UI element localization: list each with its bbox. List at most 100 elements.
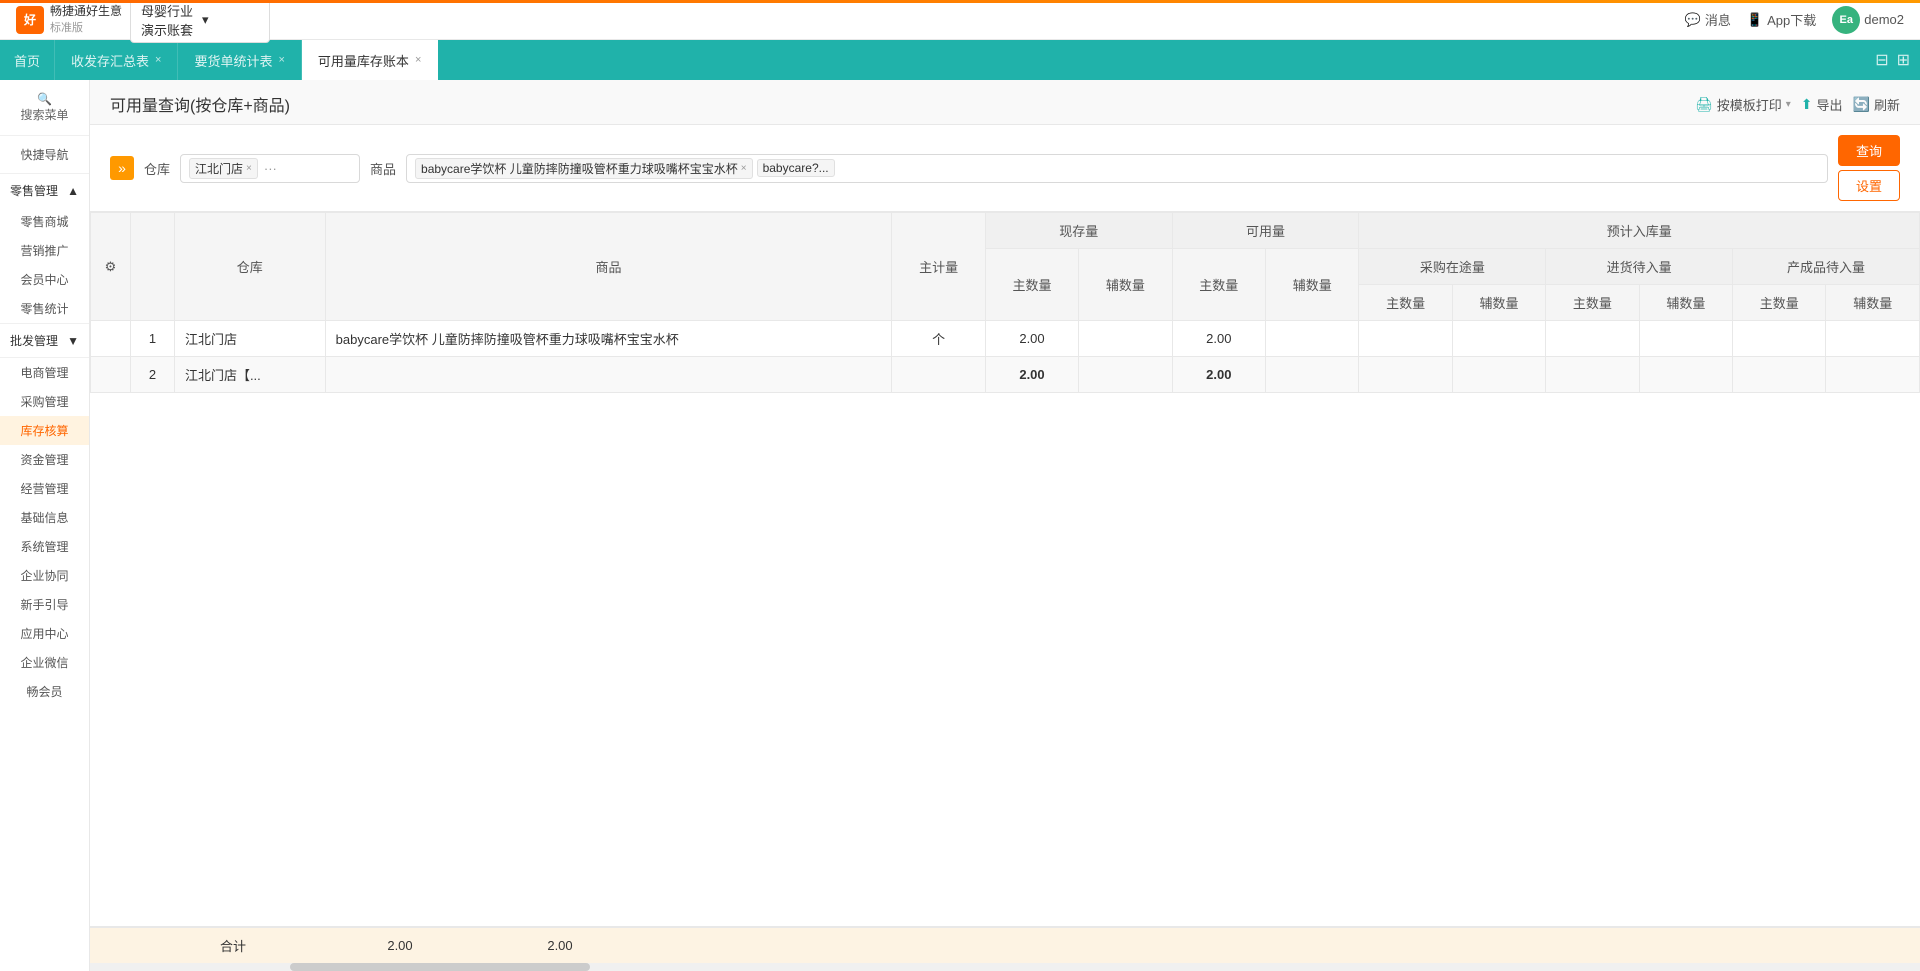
sidebar-item-members[interactable]: 会员中心 [0, 265, 89, 294]
logo-icon: 好 [16, 6, 44, 34]
wholesale-section-label: 批发管理 [10, 332, 58, 349]
th-warehouse: 仓库 [174, 213, 325, 321]
sidebar-item-quick-nav[interactable]: 快捷导航 [0, 140, 89, 169]
message-button[interactable]: 💬 消息 [1685, 10, 1731, 29]
chevron-down-icon: ▾ [202, 12, 259, 28]
sidebar-item-basics[interactable]: 基础信息 [0, 503, 89, 532]
sidebar-section-wholesale: 批发管理 ▼ [0, 324, 89, 358]
td-incoming-aux2 [1639, 357, 1732, 393]
th-incoming-main: 主数量 [1546, 285, 1639, 321]
sidebar-item-wechat[interactable]: 企业微信 [0, 648, 89, 677]
th-avail-aux: 辅数量 [1266, 249, 1359, 321]
sidebar-item-retail-stats[interactable]: 零售统计 [0, 294, 89, 323]
sidebar-item-operations[interactable]: 经营管理 [0, 474, 89, 503]
sidebar-item-inventory[interactable]: 库存核算 [0, 416, 89, 445]
member-club-label: 畅会员 [26, 685, 62, 699]
filter-action-buttons: 查询 设置 [1838, 135, 1900, 201]
th-settings[interactable]: ⚙ [91, 213, 131, 321]
top-bar-left: 好 畅捷通好生意 标准版 母婴行业演示账套 ▾ [16, 0, 270, 43]
td-finished-aux2 [1826, 357, 1920, 393]
refresh-button[interactable]: 🔄 刷新 [1853, 95, 1900, 114]
chevron-icon: ▲ [67, 184, 79, 198]
td-unit: 个 [892, 321, 985, 357]
search-menu-button[interactable]: 🔍 搜索菜单 [6, 88, 83, 127]
close-icon[interactable]: × [415, 54, 421, 66]
close-icon[interactable]: × [278, 54, 284, 66]
tab-available-stock[interactable]: 可用量库存账本 × [302, 40, 438, 80]
footer-avail-aux [600, 938, 680, 953]
tab-order-label: 要货单统计表 [194, 51, 272, 70]
td-stock-main: 2.00 [985, 321, 1078, 357]
tab-home[interactable]: 首页 [0, 40, 55, 80]
td-product: babycare学饮杯 儿童防摔防撞吸管杯重力球吸嘴杯宝宝水杯 [325, 321, 892, 357]
product-filter-tags[interactable]: babycare学饮杯 儿童防摔防撞吸管杯重力球吸嘴杯宝宝水杯 × babyca… [406, 154, 1828, 183]
table-row: 1 江北门店 babycare学饮杯 儿童防摔防撞吸管杯重力球吸嘴杯宝宝水杯 个… [91, 321, 1920, 357]
td-unit2 [892, 357, 985, 393]
expand-button[interactable]: » [110, 156, 134, 180]
td-settings [91, 321, 131, 357]
sidebar-item-system[interactable]: 系统管理 [0, 532, 89, 561]
product-tag-close-icon[interactable]: × [741, 163, 747, 174]
inventory-label: 库存核算 [20, 424, 68, 438]
scrollbar-area[interactable] [90, 963, 1920, 971]
table-footer: 合计 2.00 2.00 [90, 926, 1920, 963]
sidebar-item-newbie[interactable]: 新手引导 [0, 590, 89, 619]
product-tag-label: babycare学饮杯 儿童防摔防撞吸管杯重力球吸嘴杯宝宝水杯 [421, 160, 738, 177]
user-menu[interactable]: Ea demo2 [1832, 6, 1904, 34]
product-filter-label: 商品 [370, 159, 396, 178]
maximize-icon[interactable]: ⊞ [1897, 50, 1910, 70]
nav-tabs: 首页 收发存汇总表 × 要货单统计表 × 可用量库存账本 × ⊟ ⊞ [0, 40, 1920, 80]
tab-receivable-summary[interactable]: 收发存汇总表 × [55, 40, 178, 80]
close-icon[interactable]: × [155, 54, 161, 66]
sidebar-item-member-club[interactable]: 畅会员 [0, 677, 89, 706]
app-download-button[interactable]: 📱 App下载 [1747, 10, 1816, 29]
th-finished-incoming: 产成品待入量 [1733, 249, 1920, 285]
export-button[interactable]: ⬆ 导出 [1801, 95, 1843, 114]
store-selector[interactable]: 母婴行业演示账套 ▾ [130, 0, 270, 43]
sidebar-item-procurement[interactable]: 采购管理 [0, 387, 89, 416]
td-stock-aux2 [1079, 357, 1172, 393]
sidebar-item-marketing[interactable]: 营销推广 [0, 236, 89, 265]
print-icon: 🖨 [1695, 96, 1713, 113]
procurement-label: 采购管理 [20, 395, 68, 409]
chevron-down-icon: ▼ [67, 334, 79, 348]
warehouse-ellipsis[interactable]: ··· [264, 161, 277, 176]
sidebar: 🔍 搜索菜单 快捷导航 零售管理 ▲ 零售商城 营销推广 会员中心 [0, 80, 90, 971]
product-tag-babycare2[interactable]: babycare?... [757, 159, 835, 177]
td-warehouse2: 江北门店【... [174, 357, 325, 393]
product-tag2-label: babycare?... [763, 161, 829, 175]
print-button[interactable]: 🖨 按模板打印 ▾ [1695, 95, 1791, 114]
store-name: 母婴行业演示账套 [141, 1, 198, 39]
minimize-icon[interactable]: ⊟ [1875, 50, 1888, 70]
message-icon: 💬 [1685, 12, 1701, 28]
query-button[interactable]: 查询 [1838, 135, 1900, 166]
warehouse-tag-close-icon[interactable]: × [246, 163, 252, 174]
sidebar-section-wholesale-header[interactable]: 批发管理 ▼ [0, 324, 89, 357]
warehouse-filter-tags[interactable]: 江北门店 × ··· [180, 154, 360, 183]
tab-home-label: 首页 [14, 51, 40, 70]
td-settings2 [91, 357, 131, 393]
th-planned-group: 预计入库量 [1359, 213, 1920, 249]
export-label: 导出 [1817, 95, 1843, 114]
sidebar-item-finance[interactable]: 资金管理 [0, 445, 89, 474]
sidebar-item-app-center[interactable]: 应用中心 [0, 619, 89, 648]
filter-area: » 仓库 江北门店 × ··· 商品 babycare学饮杯 儿童防摔防撞吸管杯… [90, 125, 1920, 212]
sidebar-item-ecommerce[interactable]: 电商管理 [0, 358, 89, 387]
scrollbar-thumb[interactable] [290, 963, 590, 971]
product-tag-babycare[interactable]: babycare学饮杯 儿童防摔防撞吸管杯重力球吸嘴杯宝宝水杯 × [415, 158, 753, 179]
warehouse-tag-jiangbei[interactable]: 江北门店 × [189, 158, 258, 179]
page-header: 可用量查询(按仓库+商品) 🖨 按模板打印 ▾ ⬆ 导出 🔄 刷新 [90, 80, 1920, 125]
basics-label: 基础信息 [20, 511, 68, 525]
footer-avail-main: 2.00 [520, 938, 600, 953]
retail-section-label: 零售管理 [10, 182, 58, 199]
tab-order-statistics[interactable]: 要货单统计表 × [178, 40, 301, 80]
sidebar-item-online-store[interactable]: 零售商城 [0, 207, 89, 236]
nav-tabs-right: ⊟ ⊞ [1865, 40, 1920, 80]
sidebar-item-enterprise[interactable]: 企业协同 [0, 561, 89, 590]
settings-button[interactable]: 设置 [1838, 170, 1900, 201]
td-avail-aux2 [1266, 357, 1359, 393]
sidebar-section-retail-header[interactable]: 零售管理 ▲ [0, 174, 89, 207]
ecommerce-label: 电商管理 [20, 366, 68, 380]
avatar: Ea [1832, 6, 1860, 34]
td-incoming-main [1546, 321, 1639, 357]
